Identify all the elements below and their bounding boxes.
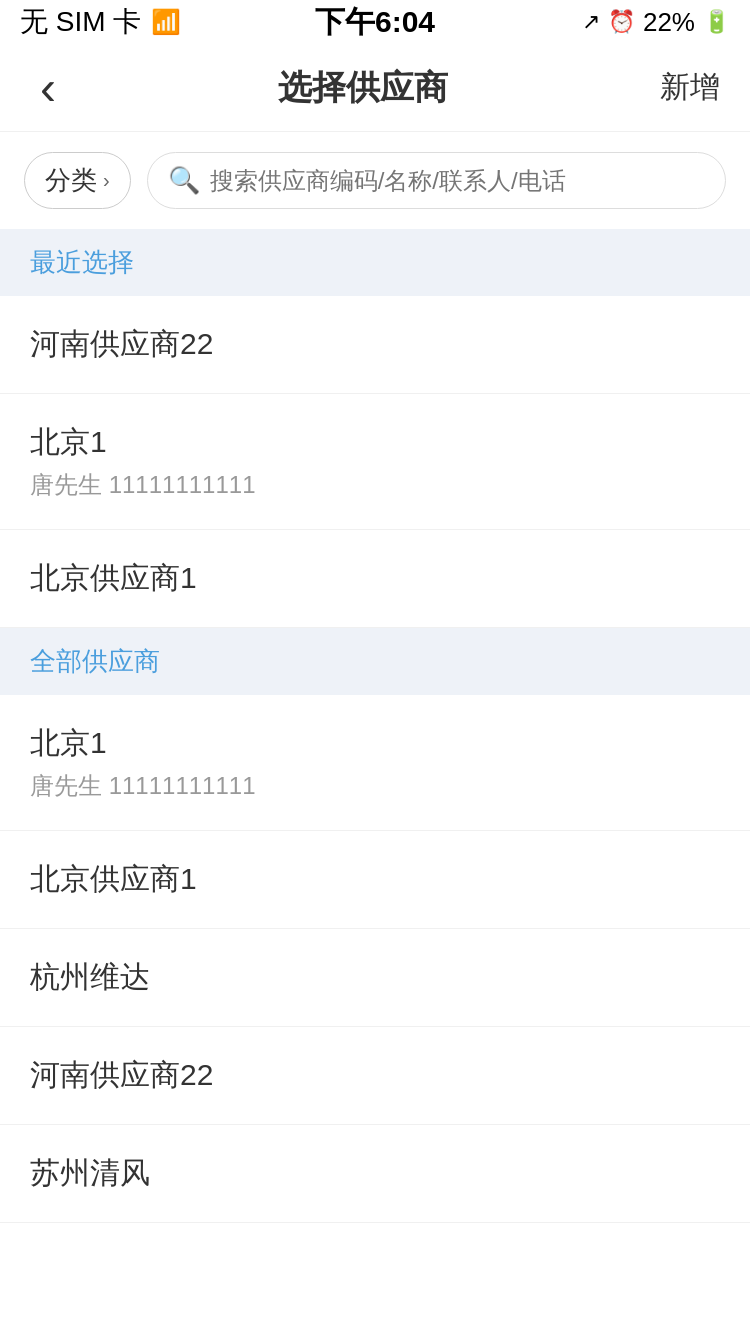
- back-button[interactable]: ‹: [30, 50, 66, 125]
- item-name: 北京供应商1: [30, 859, 720, 900]
- recent-section-label: 最近选择: [30, 247, 134, 277]
- item-sub: 唐先生 11111111111: [30, 770, 720, 802]
- item-name: 北京供应商1: [30, 558, 720, 599]
- list-item[interactable]: 北京供应商1: [0, 530, 750, 628]
- recent-items-list: 河南供应商22 北京1 唐先生 11111111111 北京供应商1: [0, 296, 750, 628]
- list-item[interactable]: 北京1 唐先生 11111111111: [0, 695, 750, 831]
- category-label: 分类: [45, 163, 97, 198]
- item-name: 苏州清风: [30, 1153, 720, 1194]
- item-name: 河南供应商22: [30, 324, 720, 365]
- status-right: ↗ ⏰ 22% 🔋: [582, 7, 730, 38]
- item-name: 河南供应商22: [30, 1055, 720, 1096]
- status-time: 下午6:04: [315, 2, 435, 43]
- chevron-right-icon: ›: [103, 169, 110, 192]
- battery-label: 22%: [643, 7, 695, 38]
- add-button[interactable]: 新增: [660, 67, 720, 108]
- all-section-label: 全部供应商: [30, 646, 160, 676]
- search-row: 分类 › 🔍: [0, 132, 750, 229]
- item-name: 北京1: [30, 723, 720, 764]
- item-sub: 唐先生 11111111111: [30, 469, 720, 501]
- search-icon: 🔍: [168, 165, 200, 196]
- list-item[interactable]: 北京1 唐先生 11111111111: [0, 394, 750, 530]
- item-name: 杭州维达: [30, 957, 720, 998]
- wifi-icon: 📶: [151, 8, 181, 36]
- list-item[interactable]: 北京供应商1: [0, 831, 750, 929]
- recent-section-header: 最近选择: [0, 229, 750, 296]
- location-icon: ↗: [582, 9, 600, 35]
- list-item[interactable]: 苏州清风: [0, 1125, 750, 1223]
- nav-bar: ‹ 选择供应商 新增: [0, 44, 750, 132]
- page-title: 选择供应商: [278, 65, 448, 111]
- battery-icon: 🔋: [703, 9, 730, 35]
- status-bar: 无 SIM 卡 📶 下午6:04 ↗ ⏰ 22% 🔋: [0, 0, 750, 44]
- list-item[interactable]: 河南供应商22: [0, 1027, 750, 1125]
- alarm-icon: ⏰: [608, 9, 635, 35]
- search-box[interactable]: 🔍: [147, 152, 726, 209]
- item-name: 北京1: [30, 422, 720, 463]
- category-filter-button[interactable]: 分类 ›: [24, 152, 131, 209]
- status-carrier: 无 SIM 卡 📶: [20, 3, 181, 41]
- list-item[interactable]: 河南供应商22: [0, 296, 750, 394]
- all-section-header: 全部供应商: [0, 628, 750, 695]
- list-item[interactable]: 杭州维达: [0, 929, 750, 1027]
- all-items-list: 北京1 唐先生 11111111111 北京供应商1 杭州维达河南供应商22 苏州清风: [0, 695, 750, 1223]
- search-input[interactable]: [210, 167, 705, 195]
